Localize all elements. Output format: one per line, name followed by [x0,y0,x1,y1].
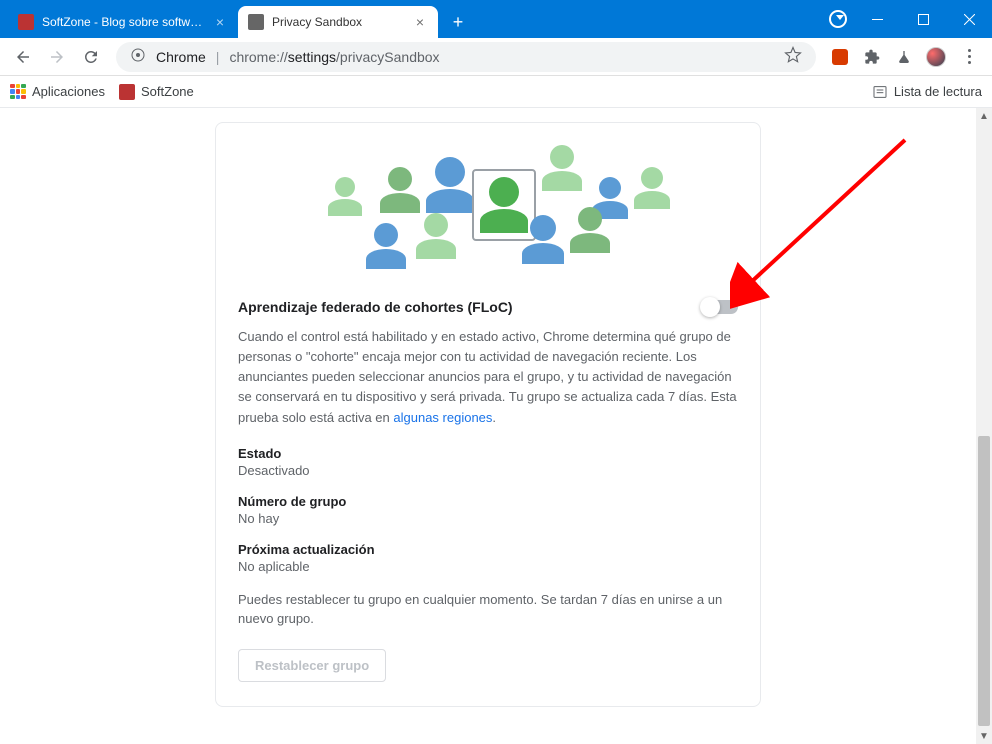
browser-menu-button[interactable] [954,49,984,64]
apps-shortcut[interactable]: Aplicaciones [10,84,105,100]
state-value: Desactivado [238,463,738,478]
reset-group-button[interactable]: Restablecer grupo [238,649,386,682]
tab-softzone[interactable]: SoftZone - Blog sobre software, t × [8,6,238,38]
extension-puzzle-icon[interactable] [858,43,886,71]
cohort-illustration [216,133,760,283]
next-update-value: No aplicable [238,559,738,574]
group-number-value: No hay [238,511,738,526]
floc-title: Aprendizaje federado de cohortes (FLoC) [238,299,513,315]
back-button[interactable] [8,42,38,72]
forward-button[interactable] [42,42,72,72]
close-window-button[interactable] [946,0,992,38]
new-tab-button[interactable]: + [444,8,472,36]
close-tab-icon[interactable]: × [412,14,428,30]
address-url: chrome://settings/privacySandbox [229,49,439,65]
profile-avatar-icon[interactable] [922,43,950,71]
reading-list-button[interactable]: Lista de lectura [872,84,982,100]
minimize-button[interactable] [854,0,900,38]
floc-description: Cuando el control está habilitado y en e… [238,327,738,428]
close-tab-icon[interactable]: × [212,14,228,30]
extension-office-icon[interactable] [826,43,854,71]
next-update-label: Próxima actualización [238,542,738,557]
floc-toggle[interactable] [702,300,738,314]
regions-link[interactable]: algunas regiones [393,410,492,425]
tab-title: Privacy Sandbox [272,15,404,29]
address-bar[interactable]: Chrome | chrome://settings/privacySandbo… [116,42,816,72]
state-label: Estado [238,446,738,461]
group-number-label: Número de grupo [238,494,738,509]
bookmark-star-icon[interactable] [784,46,802,67]
favicon-icon [119,84,135,100]
bookmark-softzone[interactable]: SoftZone [119,84,194,100]
apps-grid-icon [10,84,26,100]
bookmark-label: SoftZone [141,84,194,99]
scroll-down-icon[interactable]: ▼ [976,728,992,744]
scroll-up-icon[interactable]: ▲ [976,108,992,124]
window-controls [822,0,992,38]
tabs-area: SoftZone - Blog sobre software, t × Priv… [0,0,822,38]
page-content: Aprendizaje federado de cohortes (FLoC) … [0,108,992,744]
reading-list-icon [872,84,888,100]
tab-title: SoftZone - Blog sobre software, t [42,15,204,29]
vertical-scrollbar[interactable]: ▲ ▼ [976,108,992,744]
maximize-button[interactable] [900,0,946,38]
reading-list-label: Lista de lectura [894,84,982,99]
favicon-icon [18,14,34,30]
floc-settings-card: Aprendizaje federado de cohortes (FLoC) … [215,122,761,707]
favicon-icon [248,14,264,30]
reset-description: Puedes restablecer tu grupo en cualquier… [238,590,738,629]
scroll-thumb[interactable] [978,436,990,726]
address-chrome-label: Chrome [156,49,206,65]
account-badge-icon[interactable] [822,10,854,28]
bookmarks-bar: Aplicaciones SoftZone Lista de lectura [0,76,992,108]
reload-button[interactable] [76,42,106,72]
extension-lab-icon[interactable] [890,43,918,71]
browser-toolbar: Chrome | chrome://settings/privacySandbo… [0,38,992,76]
tab-privacy-sandbox[interactable]: Privacy Sandbox × [238,6,438,38]
scroll-area: Aprendizaje federado de cohortes (FLoC) … [0,108,976,744]
window-titlebar: SoftZone - Blog sobre software, t × Priv… [0,0,992,38]
address-separator: | [216,49,220,65]
apps-label: Aplicaciones [32,84,105,99]
site-info-icon[interactable] [130,47,146,66]
